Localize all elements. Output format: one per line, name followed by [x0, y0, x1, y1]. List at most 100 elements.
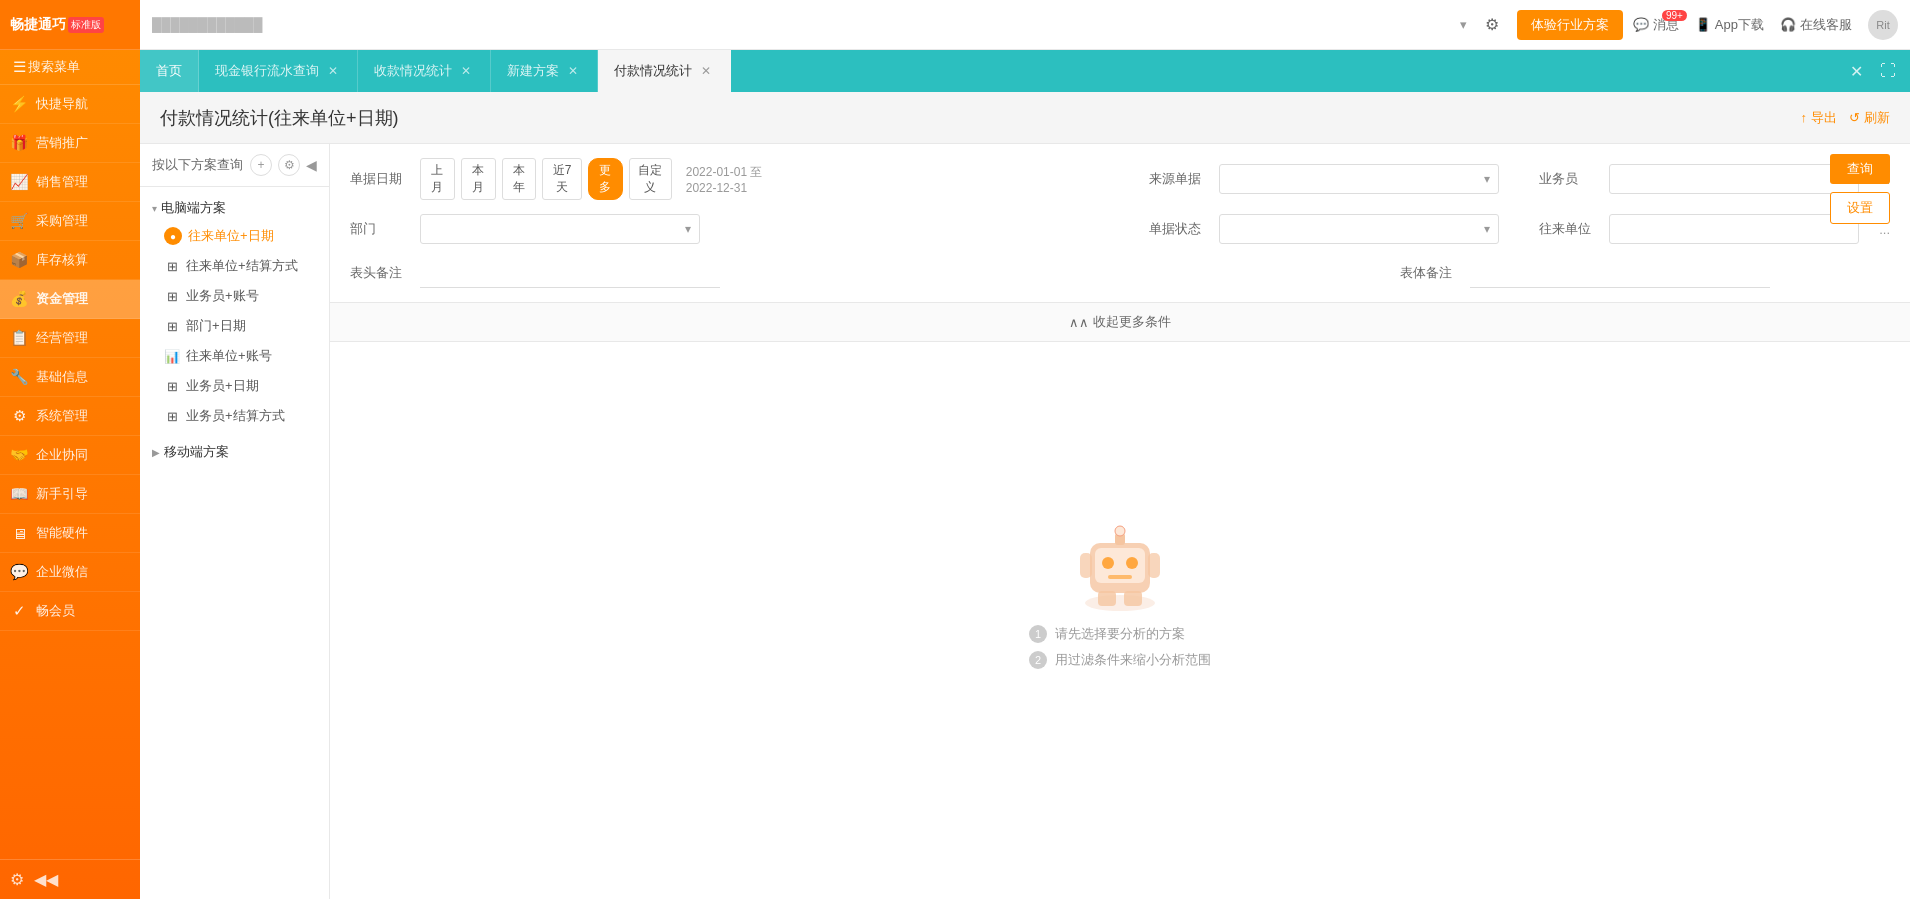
hint-num-1: 1 [1029, 625, 1047, 643]
tab-new-scheme[interactable]: 新建方案 ✕ [491, 50, 598, 92]
scheme-item-salesman-date[interactable]: ⊞ 业务员+日期 [140, 371, 329, 401]
hardware-icon: 🖥 [10, 524, 28, 542]
topbar-settings-btn[interactable]: ⚙ [1477, 10, 1507, 40]
header-note-input[interactable] [420, 258, 720, 288]
scheme-item-counterpart-settle[interactable]: ⊞ 往来单位+结算方式 [140, 251, 329, 281]
custom-date-btn[interactable]: 自定义 [629, 158, 672, 200]
content-area: 按以下方案查询 + ⚙ ◀ ▾ 电脑端方案 ● 往来单位+日期 [140, 144, 1910, 899]
scheme-panel-collapse-btn[interactable]: ◀ [306, 157, 317, 173]
sidebar-item-sales[interactable]: 📈 销售管理 [0, 163, 140, 202]
tabbar-expand-icon[interactable]: ⛶ [1876, 59, 1900, 83]
doc-status-select-arrow: ▾ [1484, 222, 1490, 236]
topbar-messages-btn[interactable]: 💬 消息 99+ [1633, 16, 1679, 34]
more-dates-btn[interactable]: 更多 [588, 158, 623, 200]
source-select[interactable]: ▾ [1219, 164, 1499, 194]
filter-panel: 单据日期 上月 本月 本年 近7天 更多 自定义 2022-01-01 至 20… [330, 144, 1910, 303]
topbar-online-service-label: 在线客服 [1800, 16, 1852, 34]
guide-icon: 📖 [10, 485, 28, 503]
sidebar-item-quick-nav[interactable]: ⚡ 快捷导航 [0, 85, 140, 124]
last-7days-btn[interactable]: 近7天 [542, 158, 581, 200]
search-menu-icon: ☰ [10, 58, 28, 76]
tab-receipt-stats-close[interactable]: ✕ [458, 63, 474, 79]
topbar-online-service-btn[interactable]: 🎧 在线客服 [1780, 16, 1852, 34]
scheme-item-dept-date[interactable]: ⊞ 部门+日期 [140, 311, 329, 341]
page-header: 付款情况统计(往来单位+日期) ↑ 导出 ↺ 刷新 [140, 92, 1910, 144]
sidebar-item-guide[interactable]: 📖 新手引导 [0, 475, 140, 514]
tab-receipt-stats-label: 收款情况统计 [374, 62, 452, 80]
svg-rect-8 [1080, 553, 1092, 578]
tab-bank-flow-label: 现金银行流水查询 [215, 62, 319, 80]
sidebar-item-member[interactable]: ✓ 畅会员 [0, 592, 140, 631]
body-note-label: 表体备注 [1400, 264, 1470, 282]
sidebar-item-system[interactable]: ⚙ 系统管理 [0, 397, 140, 436]
topbar-app-download-btn[interactable]: 📱 App下载 [1695, 16, 1764, 34]
sidebar-item-capital[interactable]: 💰 资金管理 [0, 280, 140, 319]
counterpart-select[interactable] [1609, 214, 1859, 244]
tab-receipt-stats[interactable]: 收款情况统计 ✕ [358, 50, 491, 92]
sidebar-item-operation[interactable]: 📋 经营管理 [0, 319, 140, 358]
scheme-item-counterpart-account[interactable]: 📊 往来单位+账号 [140, 341, 329, 371]
tab-home[interactable]: 首页 [140, 50, 199, 92]
sidebar-item-search-menu-label: 搜索菜单 [28, 58, 80, 76]
trial-industry-btn[interactable]: 体验行业方案 [1517, 10, 1623, 40]
tab-payment-stats[interactable]: 付款情况统计 ✕ [598, 50, 731, 92]
filter-settings-btn[interactable]: 设置 [1830, 192, 1890, 224]
source-filter-label: 来源单据 [1149, 170, 1219, 188]
topbar-app-download-label: App下载 [1715, 16, 1764, 34]
dept-select-arrow: ▾ [685, 222, 691, 236]
this-year-btn[interactable]: 本年 [502, 158, 537, 200]
export-btn[interactable]: ↑ 导出 [1801, 109, 1838, 127]
enterprise-icon: 🤝 [10, 446, 28, 464]
main-content: ████████████ ▾ ⚙ 体验行业方案 💬 消息 99+ 📱 App下载… [140, 0, 1910, 899]
refresh-btn[interactable]: ↺ 刷新 [1849, 109, 1890, 127]
sidebar-item-hardware[interactable]: 🖥 智能硬件 [0, 514, 140, 553]
this-month-btn[interactable]: 本月 [461, 158, 496, 200]
scheme-mobile-group[interactable]: ▶ 移动端方案 [140, 439, 329, 465]
sidebar-item-marketing[interactable]: 🎁 营销推广 [0, 124, 140, 163]
tabbar-close-all-icon[interactable]: ✕ [1844, 59, 1868, 83]
user-avatar[interactable]: Rit [1868, 10, 1898, 40]
action-buttons-area: 查询 设置 [1830, 154, 1890, 224]
tab-new-scheme-label: 新建方案 [507, 62, 559, 80]
sidebar-settings-icon[interactable]: ⚙ [10, 870, 24, 889]
filter-row-notes: 表头备注 表体备注 [350, 258, 1890, 288]
tabbar: 首页 现金银行流水查询 ✕ 收款情况统计 ✕ 新建方案 ✕ 付款情况统计 ✕ ✕… [140, 50, 1910, 92]
salesman-select[interactable] [1609, 164, 1859, 194]
scheme-desktop-group-header[interactable]: ▾ 电脑端方案 [140, 195, 329, 221]
sidebar-item-enterprise[interactable]: 🤝 企业协同 [0, 436, 140, 475]
sidebar-item-wechat-label: 企业微信 [36, 563, 88, 581]
doc-status-select[interactable]: ▾ [1219, 214, 1499, 244]
scheme-item-salesman-account-label: 业务员+账号 [186, 287, 259, 305]
date-buttons-group: 上月 本月 本年 近7天 更多 自定义 2022-01-01 至 2022-12… [420, 158, 785, 200]
tab-bank-flow-close[interactable]: ✕ [325, 63, 341, 79]
query-btn[interactable]: 查询 [1830, 154, 1890, 184]
date-range-display: 2022-01-01 至 2022-12-31 [686, 164, 785, 195]
scheme-item-counterpart-date[interactable]: ● 往来单位+日期 [140, 221, 329, 251]
topbar-account-chevron[interactable]: ▾ [1460, 17, 1467, 32]
sidebar-item-inventory[interactable]: 📦 库存核算 [0, 241, 140, 280]
scheme-add-btn[interactable]: + [250, 154, 272, 176]
sidebar-item-basic[interactable]: 🔧 基础信息 [0, 358, 140, 397]
doc-status-filter-label: 单据状态 [1149, 220, 1219, 238]
body-note-input[interactable] [1470, 258, 1770, 288]
tab-bank-flow[interactable]: 现金银行流水查询 ✕ [199, 50, 358, 92]
tab-payment-stats-close[interactable]: ✕ [698, 63, 714, 79]
sidebar-item-wechat[interactable]: 💬 企业微信 [0, 553, 140, 592]
sidebar-item-purchase[interactable]: 🛒 采购管理 [0, 202, 140, 241]
dept-select[interactable]: ▾ [420, 214, 700, 244]
scheme-settings-btn[interactable]: ⚙ [278, 154, 300, 176]
sidebar-edition-badge: 标准版 [68, 17, 104, 33]
collapse-more-btn[interactable]: ∧∧ 收起更多条件 [1069, 313, 1171, 331]
scheme-item-salesman-account[interactable]: ⊞ 业务员+账号 [140, 281, 329, 311]
scheme-item-salesman-settle[interactable]: ⊞ 业务员+结算方式 [140, 401, 329, 431]
member-icon: ✓ [10, 602, 28, 620]
sidebar-item-member-label: 畅会员 [36, 602, 75, 620]
scheme-desktop-group: ▾ 电脑端方案 ● 往来单位+日期 ⊞ 往来单位+结算方式 ⊞ 业务员+账号 ⊞ [140, 187, 329, 439]
scheme-desktop-group-label: 电脑端方案 [161, 199, 226, 217]
sidebar-item-search-menu[interactable]: ☰ 搜索菜单 [0, 50, 140, 85]
tab-new-scheme-close[interactable]: ✕ [565, 63, 581, 79]
header-note-label: 表头备注 [350, 264, 420, 282]
sidebar-collapse-icon[interactable]: ◀◀ [34, 870, 58, 889]
sales-icon: 📈 [10, 173, 28, 191]
last-month-btn[interactable]: 上月 [420, 158, 455, 200]
